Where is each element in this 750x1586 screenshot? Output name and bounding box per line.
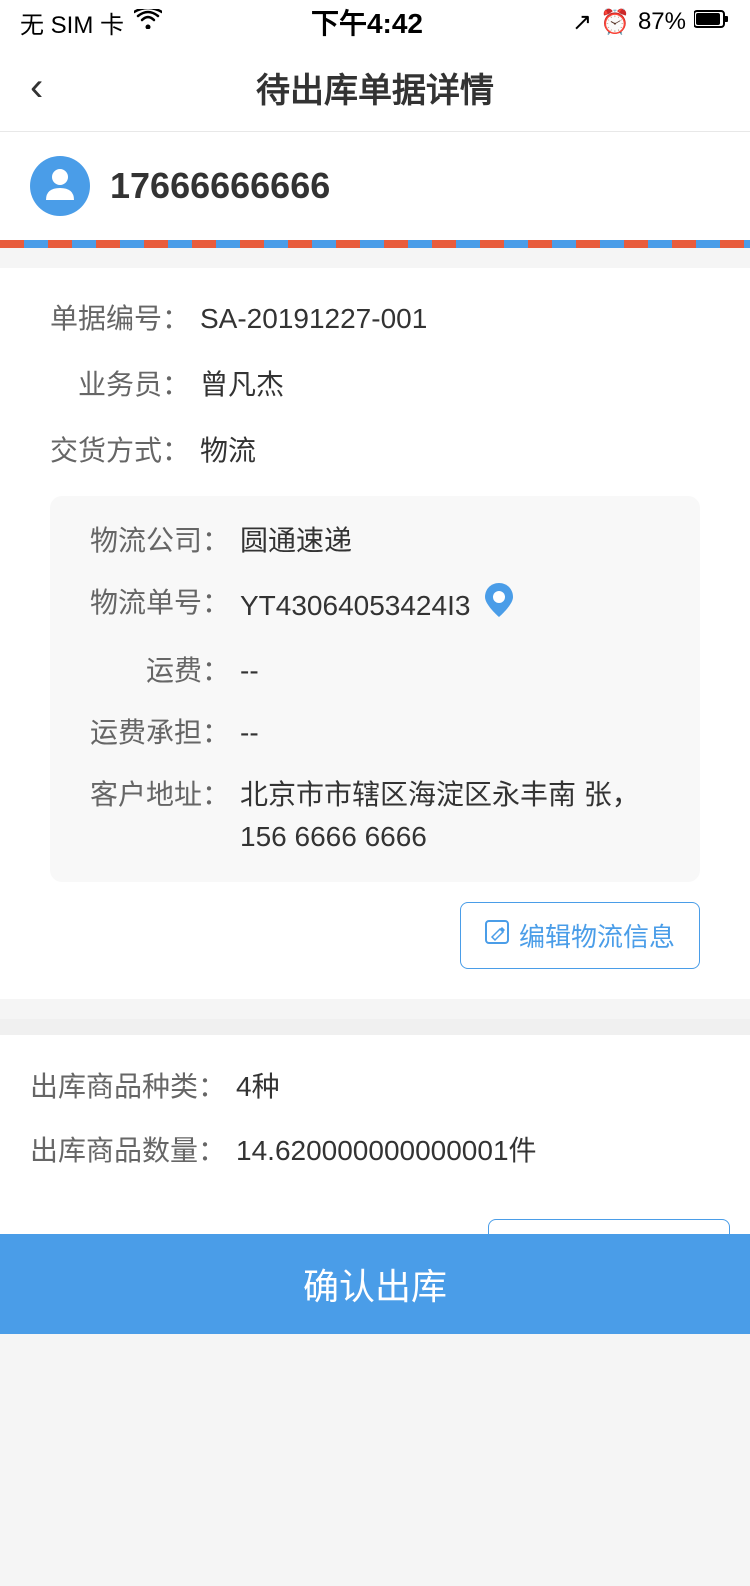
salesperson-value: 曾凡杰 xyxy=(190,364,720,406)
goods-quantity-value: 14.620000000000001件 xyxy=(226,1129,537,1169)
logistics-card: 物流公司： 圆通速递 物流单号： YT43064053424I3 运费： xyxy=(50,496,700,882)
customer-header: 17666666666 xyxy=(0,132,750,240)
battery-icon xyxy=(694,8,730,36)
basic-info-section: 单据编号： SA-20191227-001 业务员： 曾凡杰 交货方式： 物流 … xyxy=(0,268,750,999)
section-divider-1 xyxy=(0,1019,750,1035)
dashed-divider xyxy=(0,240,750,248)
address-value: 北京市市辖区海淀区永丰南 张，156 6666 6666 xyxy=(230,774,680,858)
tracking-number: YT43064053424I3 xyxy=(240,585,470,627)
customer-phone: 17666666666 xyxy=(110,165,330,207)
goods-section: 出库商品种类： 4种 出库商品数量： 14.620000000000001件 xyxy=(0,1035,750,1199)
location-status-icon: ↗ xyxy=(572,8,592,37)
back-button[interactable]: ‹ xyxy=(30,65,43,110)
freight-bearer-value: -- xyxy=(230,712,680,754)
delivery-value: 物流 xyxy=(190,430,720,472)
edit-logistics-button[interactable]: 编辑物流信息 xyxy=(460,902,700,969)
freight-bearer-label: 运费承担： xyxy=(70,712,230,754)
wifi-icon xyxy=(134,8,162,36)
tracking-location-icon[interactable] xyxy=(484,582,514,630)
carrier-text: 无 SIM 卡 xyxy=(20,5,124,40)
edit-btn-label: 编辑物流信息 xyxy=(519,917,675,954)
document-value: SA-20191227-001 xyxy=(190,298,720,340)
goods-types-label: 出库商品种类： xyxy=(30,1065,226,1105)
nav-bar: ‹ 待出库单据详情 xyxy=(0,44,750,132)
address-row: 客户地址： 北京市市辖区海淀区永丰南 张，156 6666 6666 xyxy=(70,774,680,858)
freight-bearer-row: 运费承担： -- xyxy=(70,712,680,754)
status-time: 下午4:42 xyxy=(311,2,423,42)
tracking-label: 物流单号： xyxy=(70,582,230,624)
alarm-icon: ⏰ xyxy=(600,8,630,37)
address-label: 客户地址： xyxy=(70,774,230,816)
status-bar: 无 SIM 卡 下午4:42 ↗ ⏰ 87% xyxy=(0,0,750,44)
avatar-icon xyxy=(42,164,78,209)
confirm-btn-container: 确认出库 xyxy=(0,1234,750,1334)
status-left: 无 SIM 卡 xyxy=(20,5,162,40)
document-label: 单据编号： xyxy=(30,298,190,340)
avatar xyxy=(30,156,90,216)
goods-types-value: 4种 xyxy=(226,1065,280,1105)
page-title: 待出库单据详情 xyxy=(256,63,494,112)
delivery-row: 交货方式： 物流 xyxy=(30,430,720,472)
status-right: ↗ ⏰ 87% xyxy=(572,8,730,37)
document-row: 单据编号： SA-20191227-001 xyxy=(30,298,720,340)
tracking-row: 物流单号： YT43064053424I3 xyxy=(70,582,680,630)
salesperson-row: 业务员： 曾凡杰 xyxy=(30,364,720,406)
battery-percent: 87% xyxy=(638,8,686,36)
logistics-company-label: 物流公司： xyxy=(70,520,230,562)
goods-quantity-row: 出库商品数量： 14.620000000000001件 xyxy=(30,1129,720,1169)
confirm-outbound-button[interactable]: 确认出库 xyxy=(303,1258,447,1310)
freight-row: 运费： -- xyxy=(70,650,680,692)
logistics-company-value: 圆通速递 xyxy=(230,520,680,562)
tracking-value: YT43064053424I3 xyxy=(230,582,680,630)
edit-icon xyxy=(485,920,509,951)
freight-label: 运费： xyxy=(70,650,230,692)
freight-value: -- xyxy=(230,650,680,692)
edit-btn-row: 编辑物流信息 xyxy=(30,882,720,969)
delivery-label: 交货方式： xyxy=(30,430,190,472)
goods-types-row: 出库商品种类： 4种 xyxy=(30,1065,720,1105)
goods-quantity-label: 出库商品数量： xyxy=(30,1129,226,1169)
logistics-company-row: 物流公司： 圆通速递 xyxy=(70,520,680,562)
salesperson-label: 业务员： xyxy=(30,364,190,406)
